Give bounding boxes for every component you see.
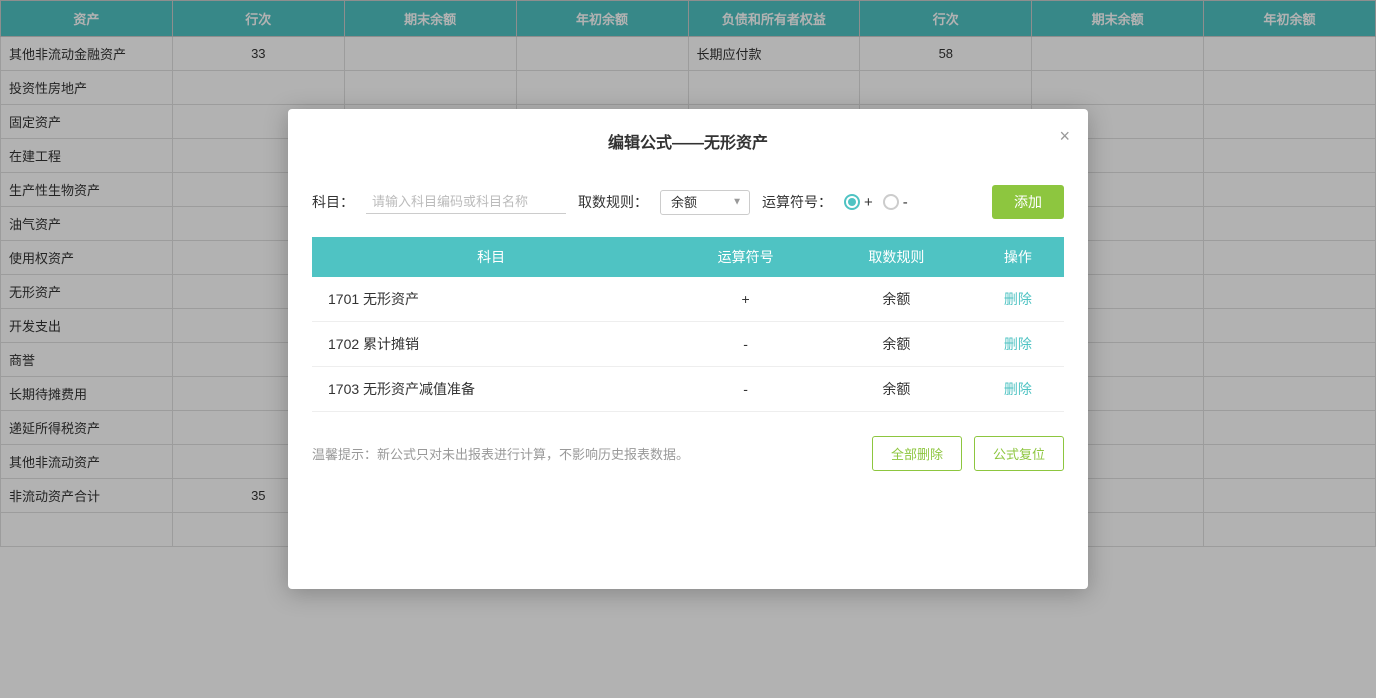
cell-rule: 余额 [821, 322, 972, 367]
table-row: 1703 无形资产减值准备-余额 删除 [312, 367, 1064, 412]
cell-operator: + [670, 277, 821, 322]
footer-buttons: 全部删除 公式复位 [872, 436, 1064, 471]
modal-body: 科目： 取数规则： 余额 借方 贷方 ▼ 运算符号： + [288, 169, 1088, 412]
cell-action: 删除 [972, 277, 1064, 322]
radio-minus-circle [883, 194, 899, 210]
radio-plus-label: + [864, 194, 873, 211]
cell-subject: 1701 无形资产 [312, 277, 670, 322]
rule-select[interactable]: 余额 借方 贷方 [660, 190, 750, 215]
delete-all-button[interactable]: 全部删除 [872, 436, 962, 471]
cell-subject: 1703 无形资产减值准备 [312, 367, 670, 412]
th-operator: 运算符号 [670, 237, 821, 277]
operator-radio-group: + - [844, 194, 908, 211]
radio-minus-label: - [903, 194, 908, 211]
delete-row-button[interactable]: 删除 [1004, 379, 1032, 399]
table-header-row: 科目 运算符号 取数规则 操作 [312, 237, 1064, 277]
radio-plus-circle [844, 194, 860, 210]
table-row: 1701 无形资产+余额 删除 [312, 277, 1064, 322]
subject-label: 科目： [312, 192, 354, 212]
cell-operator: - [670, 322, 821, 367]
form-row: 科目： 取数规则： 余额 借方 贷方 ▼ 运算符号： + [312, 185, 1064, 219]
data-table: 科目 运算符号 取数规则 操作 1701 无形资产+余额删除1702 累计摊销-… [312, 237, 1064, 412]
modal-close-button[interactable]: × [1059, 127, 1070, 145]
subject-input[interactable] [366, 190, 566, 214]
delete-row-button[interactable]: 删除 [1004, 334, 1032, 354]
th-rule: 取数规则 [821, 237, 972, 277]
modal-header: 编辑公式——无形资产 × [288, 109, 1088, 169]
cell-action: 删除 [972, 367, 1064, 412]
cell-subject: 1702 累计摊销 [312, 322, 670, 367]
th-action: 操作 [972, 237, 1064, 277]
tip-text: 温馨提示：新公式只对未出报表进行计算，不影响历史报表数据。 [312, 444, 689, 463]
th-subject: 科目 [312, 237, 670, 277]
cell-rule: 余额 [821, 277, 972, 322]
table-row: 1702 累计摊销-余额 删除 [312, 322, 1064, 367]
rule-label: 取数规则： [578, 192, 648, 212]
modal-overlay: 编辑公式——无形资产 × 科目： 取数规则： 余额 借方 贷方 ▼ 运算符号： [0, 0, 1376, 698]
rule-select-wrapper: 余额 借方 贷方 ▼ [660, 190, 750, 215]
modal-footer: 温馨提示：新公式只对未出报表进行计算，不影响历史报表数据。 全部删除 公式复位 [288, 420, 1088, 491]
operator-label: 运算符号： [762, 192, 832, 212]
delete-row-button[interactable]: 删除 [1004, 289, 1032, 309]
cell-rule: 余额 [821, 367, 972, 412]
modal-title: 编辑公式——无形资产 [608, 135, 768, 152]
add-button[interactable]: 添加 [992, 185, 1064, 219]
cell-operator: - [670, 367, 821, 412]
modal-dialog: 编辑公式——无形资产 × 科目： 取数规则： 余额 借方 贷方 ▼ 运算符号： [288, 109, 1088, 589]
radio-plus[interactable]: + [844, 194, 873, 211]
radio-minus[interactable]: - [883, 194, 908, 211]
cell-action: 删除 [972, 322, 1064, 367]
reset-formula-button[interactable]: 公式复位 [974, 436, 1064, 471]
